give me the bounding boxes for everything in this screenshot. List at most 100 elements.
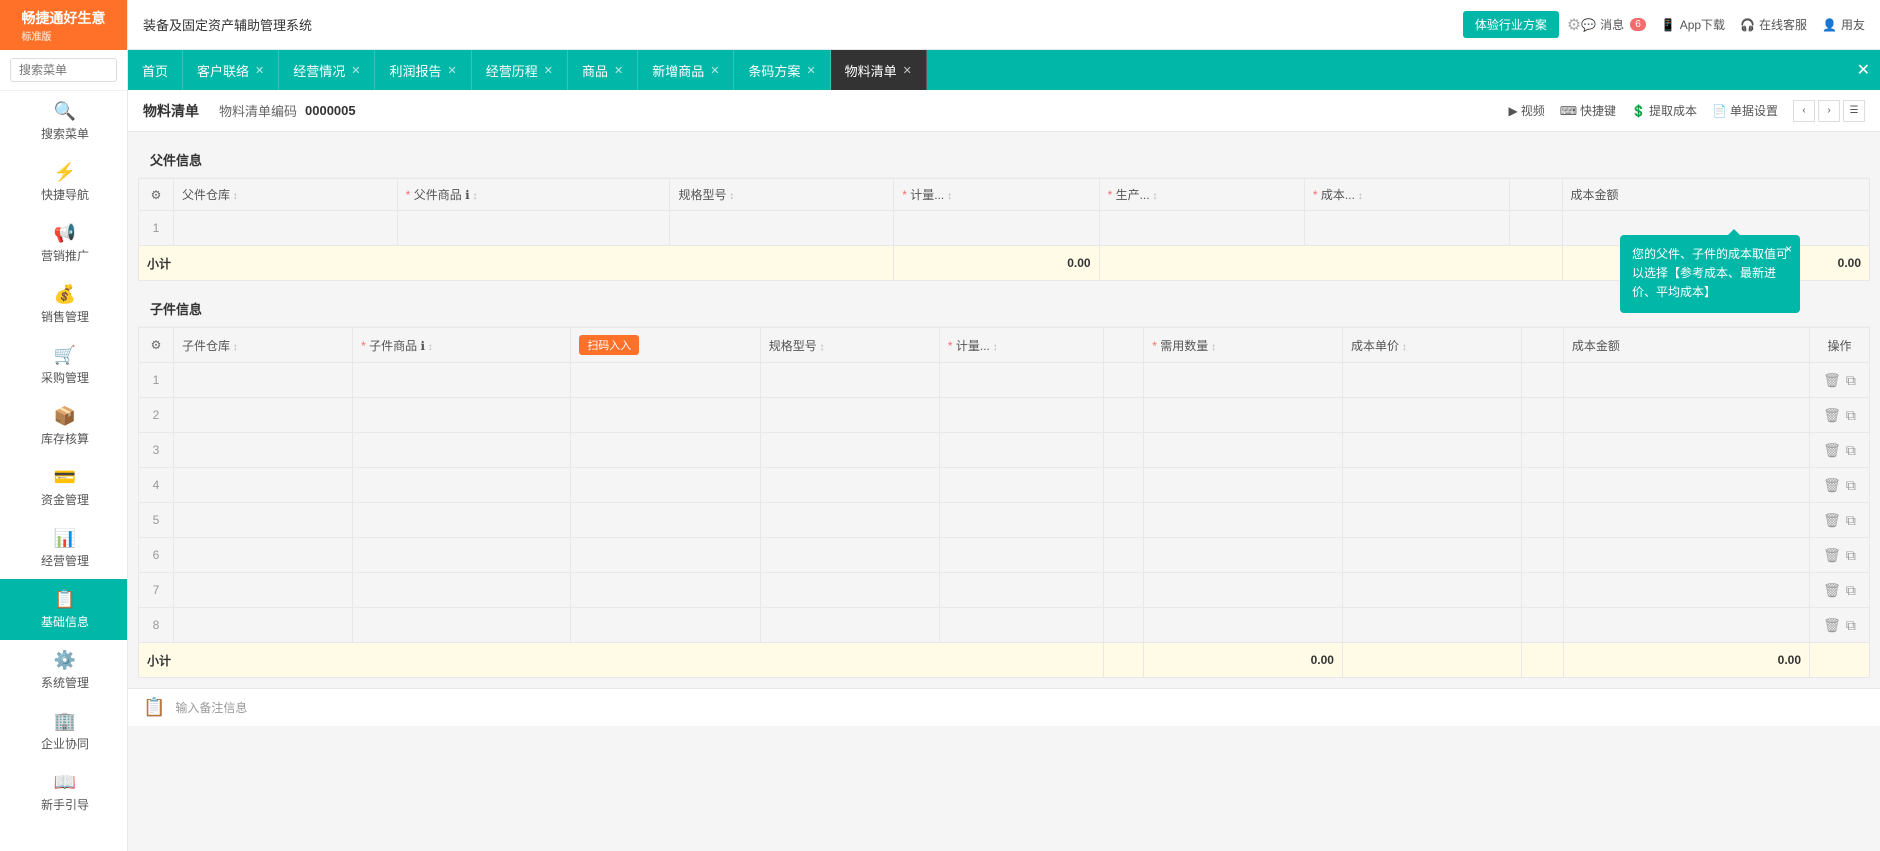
delete-btn-7[interactable]: 🗑 (1823, 582, 1841, 599)
shortcut-action[interactable]: ⌨ 快捷键 (1560, 102, 1616, 119)
child-col-warehouse[interactable]: 子件仓库 (174, 328, 353, 363)
copy-btn-4[interactable]: ⧉ (1846, 477, 1856, 494)
user-action[interactable]: 👤 用友 (1822, 16, 1865, 33)
child-unit-1[interactable] (939, 363, 1103, 398)
child-col-spec[interactable]: 规格型号 (760, 328, 939, 363)
child-spec-1[interactable] (760, 363, 939, 398)
child-col-unit-price[interactable]: 成本单价 (1342, 328, 1521, 363)
sidebar-label: 资金管理 (41, 491, 89, 508)
parent-product-cell[interactable] (397, 211, 670, 246)
logo: 畅捷通好生意 标准版 (0, 0, 127, 50)
notes-placeholder[interactable]: 输入备注信息 (175, 699, 247, 716)
delete-btn-6[interactable]: 🗑 (1823, 547, 1841, 564)
parent-production-cell[interactable] (1099, 211, 1304, 246)
child-col-settings[interactable]: ⚙ (139, 328, 174, 363)
sidebar-item-basic[interactable]: 📋 基础信息 (0, 579, 127, 640)
sidebar-item-sales[interactable]: 💰 销售管理 (0, 274, 127, 335)
parent-col-settings[interactable]: ⚙ (139, 179, 174, 211)
delete-btn-2[interactable]: 🗑 (1823, 407, 1841, 424)
single-settings-action[interactable]: 📄 单据设置 (1712, 102, 1778, 119)
close-all-tabs[interactable]: ✕ (1847, 60, 1880, 80)
copy-btn-5[interactable]: ⧉ (1846, 512, 1856, 529)
sidebar-item-quicknav[interactable]: ⚡ 快捷导航 (0, 152, 127, 213)
close-icon[interactable]: ✕ (448, 64, 457, 77)
page-code-area: 物料清单编码 0000005 (219, 101, 356, 120)
child-warehouse-1[interactable] (174, 363, 353, 398)
parent-warehouse-cell[interactable] (174, 211, 398, 246)
delete-btn-4[interactable]: 🗑 (1823, 477, 1841, 494)
sidebar-item-inventory[interactable]: 📦 库存核算 (0, 396, 127, 457)
child-col-spacer2 (1522, 328, 1564, 363)
parent-col-warehouse[interactable]: 父件仓库 (174, 179, 398, 211)
close-icon[interactable]: ✕ (903, 64, 912, 77)
sidebar-item-purchase[interactable]: 🛒 采购管理 (0, 335, 127, 396)
delete-btn-1[interactable]: 🗑 (1823, 372, 1841, 389)
tab-profit[interactable]: 利润报告✕ (375, 50, 471, 90)
list-view-btn[interactable]: ☰ (1843, 100, 1865, 122)
close-icon[interactable]: ✕ (255, 64, 264, 77)
sidebar-item-search[interactable]: 🔍 搜索菜单 (0, 91, 127, 152)
parent-col-production[interactable]: * 生产... (1099, 179, 1304, 211)
child-unit-price-1[interactable] (1342, 363, 1521, 398)
child-product-1[interactable] (353, 363, 571, 398)
copy-btn-8[interactable]: ⧉ (1846, 617, 1856, 634)
delete-btn-3[interactable]: 🗑 (1823, 442, 1841, 459)
tab-new-product[interactable]: 新增商品✕ (638, 50, 734, 90)
sidebar-item-marketing[interactable]: 📢 营销推广 (0, 213, 127, 274)
parent-cost-cell[interactable] (1304, 211, 1509, 246)
app-download-action[interactable]: 📱 App下载 (1661, 16, 1725, 33)
parent-col-spec[interactable]: 规格型号 (670, 179, 894, 211)
tooltip-close-btn[interactable]: × (1785, 240, 1792, 259)
extract-cost-action[interactable]: 💲 提取成本 (1631, 102, 1697, 119)
sidebar-item-guide[interactable]: 📖 新手引导 (0, 762, 127, 823)
tab-operations[interactable]: 经营情况✕ (279, 50, 375, 90)
view-label: 视频 (1521, 102, 1545, 119)
tab-home[interactable]: 首页 (128, 50, 183, 90)
copy-btn-7[interactable]: ⧉ (1846, 582, 1856, 599)
copy-btn-6[interactable]: ⧉ (1846, 547, 1856, 564)
scan-button[interactable]: 扫码入入 (579, 335, 639, 355)
tab-customer[interactable]: 客户联络✕ (183, 50, 279, 90)
parent-col-unit[interactable]: * 计量... (894, 179, 1099, 211)
trial-button[interactable]: 体验行业方案 (1463, 11, 1559, 38)
operations-icon: 📊 (54, 528, 76, 549)
close-icon[interactable]: ✕ (351, 64, 360, 77)
copy-btn-3[interactable]: ⧉ (1846, 442, 1856, 459)
parent-col-spacer (1510, 179, 1562, 211)
close-icon[interactable]: ✕ (544, 64, 553, 77)
search-input[interactable] (10, 58, 117, 82)
tab-bom[interactable]: 物料清单✕ (831, 50, 927, 90)
message-label: 消息 (1600, 16, 1624, 33)
sidebar-item-system[interactable]: ⚙️ 系统管理 (0, 640, 127, 701)
view-action[interactable]: ▶ 视频 (1508, 102, 1544, 119)
prev-arrow[interactable]: ‹ (1793, 100, 1815, 122)
settings-icon[interactable]: ⚙ (1567, 15, 1581, 35)
tab-barcode[interactable]: 条码方案✕ (734, 50, 830, 90)
message-action[interactable]: 💬 消息 6 (1581, 16, 1646, 33)
child-col-qty[interactable]: * 需用数量 (1144, 328, 1343, 363)
next-arrow[interactable]: › (1818, 100, 1840, 122)
child-col-product[interactable]: * 子件商品 ℹ (353, 328, 571, 363)
copy-btn-2[interactable]: ⧉ (1846, 407, 1856, 424)
tab-product[interactable]: 商品✕ (568, 50, 638, 90)
child-col-unit[interactable]: * 计量... (939, 328, 1103, 363)
parent-unit-cell[interactable] (894, 211, 1099, 246)
delete-btn-5[interactable]: 🗑 (1823, 512, 1841, 529)
close-icon[interactable]: ✕ (806, 64, 815, 77)
close-icon[interactable]: ✕ (614, 64, 623, 77)
online-service-action[interactable]: 🎧 在线客服 (1740, 16, 1807, 33)
child-qty-1[interactable] (1144, 363, 1343, 398)
parent-col-cost[interactable]: * 成本... (1304, 179, 1509, 211)
close-icon[interactable]: ✕ (710, 64, 719, 77)
sidebar-item-enterprise[interactable]: 🏢 企业协同 (0, 701, 127, 762)
parent-section-header: 父件信息 (138, 142, 1870, 178)
tab-history[interactable]: 经营历程✕ (472, 50, 568, 90)
logo-sub: 标准版 (22, 28, 106, 43)
delete-btn-8[interactable]: 🗑 (1823, 617, 1841, 634)
parent-spec-cell[interactable] (670, 211, 894, 246)
sidebar-item-operations[interactable]: 📊 经营管理 (0, 518, 127, 579)
search-icon: 🔍 (54, 101, 76, 122)
sidebar-item-finance[interactable]: 💳 资金管理 (0, 457, 127, 518)
copy-btn-1[interactable]: ⧉ (1846, 372, 1856, 389)
parent-col-product[interactable]: * 父件商品 ℹ (397, 179, 670, 211)
